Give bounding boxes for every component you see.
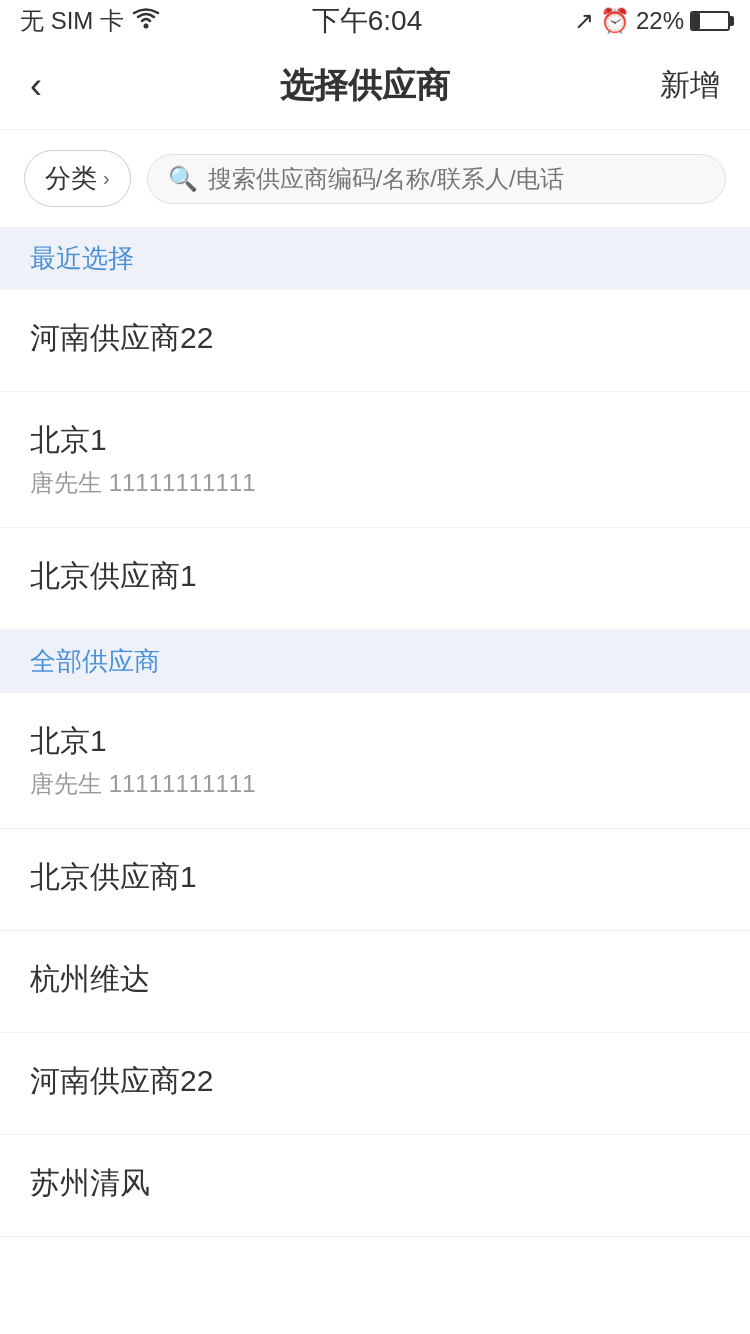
- svg-point-0: [144, 24, 149, 29]
- all-section-title: 全部供应商: [30, 646, 160, 676]
- wifi-icon: [132, 7, 160, 35]
- filter-bar: 分类 › 🔍: [0, 130, 750, 227]
- status-left: 无 SIM 卡: [20, 5, 160, 37]
- battery-icon: [690, 11, 730, 31]
- category-label: 分类: [45, 161, 97, 196]
- recent-section-header: 最近选择: [0, 227, 750, 290]
- recent-section-title: 最近选择: [30, 243, 134, 273]
- status-time: 下午6:04: [312, 2, 423, 40]
- list-item[interactable]: 河南供应商22: [0, 1033, 750, 1135]
- add-button[interactable]: 新增: [640, 65, 720, 106]
- chevron-right-icon: ›: [103, 167, 110, 190]
- supplier-name: 苏州清风: [30, 1163, 720, 1204]
- supplier-contact: 唐先生 11111111111: [30, 467, 720, 499]
- supplier-name: 北京供应商1: [30, 857, 720, 898]
- list-item[interactable]: 杭州维达: [0, 931, 750, 1033]
- page-title: 选择供应商: [280, 63, 450, 109]
- alarm-icon: ⏰: [600, 7, 630, 35]
- search-input[interactable]: [208, 165, 705, 193]
- supplier-name: 北京1: [30, 420, 720, 461]
- no-sim-text: 无 SIM 卡: [20, 5, 124, 37]
- list-item[interactable]: 北京1 唐先生 11111111111: [0, 392, 750, 528]
- all-items-list: 北京1 唐先生 11111111111 北京供应商1 杭州维达 河南供应商22 …: [0, 693, 750, 1237]
- list-item[interactable]: 河南供应商22: [0, 290, 750, 392]
- supplier-name: 北京供应商1: [30, 556, 720, 597]
- supplier-contact: 唐先生 11111111111: [30, 768, 720, 800]
- supplier-name: 北京1: [30, 721, 720, 762]
- status-right: ↗ ⏰ 22%: [574, 7, 730, 35]
- battery-percent: 22%: [636, 7, 684, 35]
- supplier-name: 河南供应商22: [30, 318, 720, 359]
- list-item[interactable]: 北京供应商1: [0, 829, 750, 931]
- status-bar: 无 SIM 卡 下午6:04 ↗ ⏰ 22%: [0, 0, 750, 42]
- search-box[interactable]: 🔍: [147, 154, 726, 204]
- all-section-header: 全部供应商: [0, 630, 750, 693]
- list-item[interactable]: 北京供应商1: [0, 528, 750, 630]
- location-icon: ↗: [574, 7, 594, 35]
- list-item[interactable]: 北京1 唐先生 11111111111: [0, 693, 750, 829]
- search-icon: 🔍: [168, 165, 198, 193]
- nav-bar: ‹ 选择供应商 新增: [0, 42, 750, 130]
- category-filter-button[interactable]: 分类 ›: [24, 150, 131, 207]
- supplier-name: 杭州维达: [30, 959, 720, 1000]
- supplier-name: 河南供应商22: [30, 1061, 720, 1102]
- back-button[interactable]: ‹: [30, 65, 90, 107]
- list-item[interactable]: 苏州清风: [0, 1135, 750, 1237]
- recent-items-list: 河南供应商22 北京1 唐先生 11111111111 北京供应商1: [0, 290, 750, 630]
